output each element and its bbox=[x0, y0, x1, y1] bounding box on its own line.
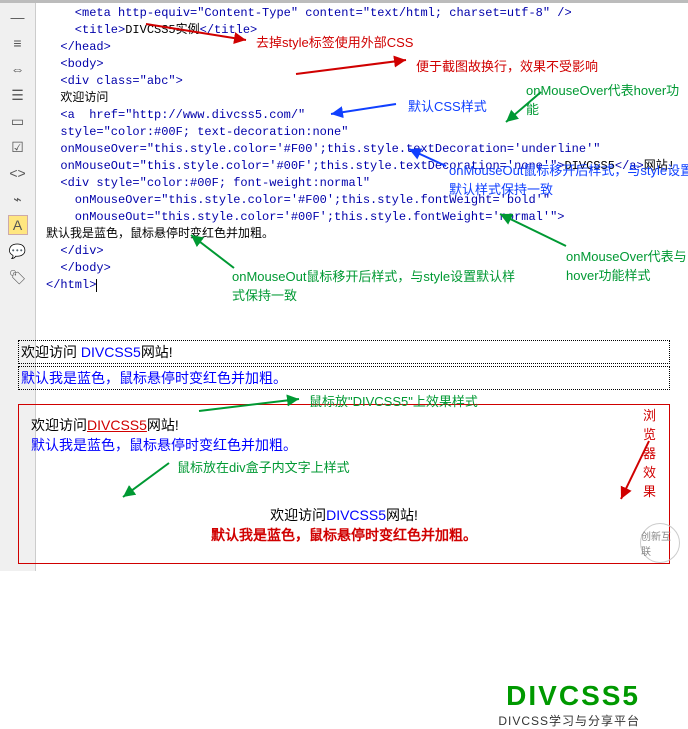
code-icon[interactable]: <> bbox=[8, 163, 28, 183]
preview-line-2: 默认我是蓝色，鼠标悬停时变红色并加粗。 bbox=[18, 366, 670, 390]
link-hover[interactable]: DIVCSS5 bbox=[87, 417, 147, 433]
font-icon[interactable]: A bbox=[8, 215, 28, 235]
list-icon[interactable]: ☰ bbox=[8, 85, 28, 105]
watermark-logo: 创新互联 bbox=[640, 523, 680, 563]
code-line: </html> bbox=[46, 277, 688, 294]
result-line: 欢迎访问DIVCSS5网站! bbox=[31, 505, 657, 525]
result-line: 欢迎访问DIVCSS5网站! bbox=[31, 415, 657, 435]
link-text[interactable]: DIVCSS5 bbox=[326, 507, 386, 523]
code-line: <body> bbox=[46, 56, 688, 73]
preview-line-1: 欢迎访问 DIVCSS5网站! bbox=[18, 340, 670, 364]
annotation: 鼠标放"DIVCSS5"上效果样式 bbox=[309, 391, 478, 410]
result-line: 默认我是蓝色，鼠标悬停时变红色并加粗。 bbox=[31, 435, 657, 455]
result-line-hover: 默认我是蓝色，鼠标悬停时变红色并加粗。 bbox=[31, 525, 657, 545]
logo-subtitle: DIVCSS学习与分享平台 bbox=[498, 712, 640, 729]
code-line: 默认我是蓝色，鼠标悬停时变红色并加粗。 bbox=[46, 226, 688, 243]
folder-icon[interactable]: ▭ bbox=[8, 111, 28, 131]
text: 欢迎访问 bbox=[270, 507, 326, 523]
code-line: onMouseOut="this.style.color='#00F';this… bbox=[46, 209, 688, 226]
text: 欢迎访问 bbox=[21, 344, 77, 360]
text: 网站! bbox=[141, 344, 173, 360]
code-line: onMouseOut="this.style.color='#00F';this… bbox=[46, 158, 688, 175]
code-line: </body> bbox=[46, 260, 688, 277]
expand-icon[interactable]: ⇔ bbox=[8, 59, 28, 79]
result-group: 欢迎访问DIVCSS5网站! 默认我是蓝色，鼠标悬停时变红色并加粗。 bbox=[31, 505, 657, 545]
code-line: <meta http-equiv="Content-Type" content=… bbox=[46, 5, 688, 22]
result-box: 鼠标放"DIVCSS5"上效果样式 欢迎访问DIVCSS5网站! 默认我是蓝色，… bbox=[18, 404, 670, 564]
text: 欢迎访问 bbox=[31, 417, 87, 433]
annotation: 鼠标放在div盒子内文字上样式 bbox=[177, 457, 350, 476]
code-editor[interactable]: <meta http-equiv="Content-Type" content=… bbox=[36, 3, 688, 321]
text: 网站! bbox=[386, 507, 418, 523]
code-line: </div> bbox=[46, 243, 688, 260]
key-icon[interactable]: ⌁ bbox=[8, 189, 28, 209]
brand-logo: DIVCSS5 DIVCSS学习与分享平台 bbox=[498, 680, 640, 729]
logo-text: DIVCSS5 bbox=[498, 680, 640, 712]
comment-icon[interactable]: 💬 bbox=[8, 241, 28, 261]
annotation: 浏览器效果 bbox=[643, 405, 663, 500]
code-line: <div style="color:#00F; font-weight:norm… bbox=[46, 175, 688, 192]
tag-icon[interactable]: 🏷 bbox=[8, 267, 28, 287]
code-line: onMouseOver="this.style.color='#F00';thi… bbox=[46, 141, 688, 158]
code-line: <a href="http://www.divcss5.com/" bbox=[46, 107, 688, 124]
task-icon[interactable]: ☑ bbox=[8, 137, 28, 157]
code-line: onMouseOver="this.style.color='#F00';thi… bbox=[46, 192, 688, 209]
link-text[interactable]: DIVCSS5 bbox=[81, 344, 141, 360]
align-icon[interactable]: ≡ bbox=[8, 33, 28, 53]
code-line: style="color:#00F; text-decoration:none" bbox=[46, 124, 688, 141]
preview-area: 欢迎访问 DIVCSS5网站! 默认我是蓝色，鼠标悬停时变红色并加粗。 DIVC… bbox=[18, 340, 670, 564]
code-line: <title>DIVCSS5实例</title> bbox=[46, 22, 688, 39]
text: 网站! bbox=[147, 417, 179, 433]
line-icon[interactable]: ― bbox=[8, 7, 28, 27]
code-line: </head> bbox=[46, 39, 688, 56]
code-line: <div class="abc"> bbox=[46, 73, 688, 90]
code-line: 欢迎访问 bbox=[46, 90, 688, 107]
